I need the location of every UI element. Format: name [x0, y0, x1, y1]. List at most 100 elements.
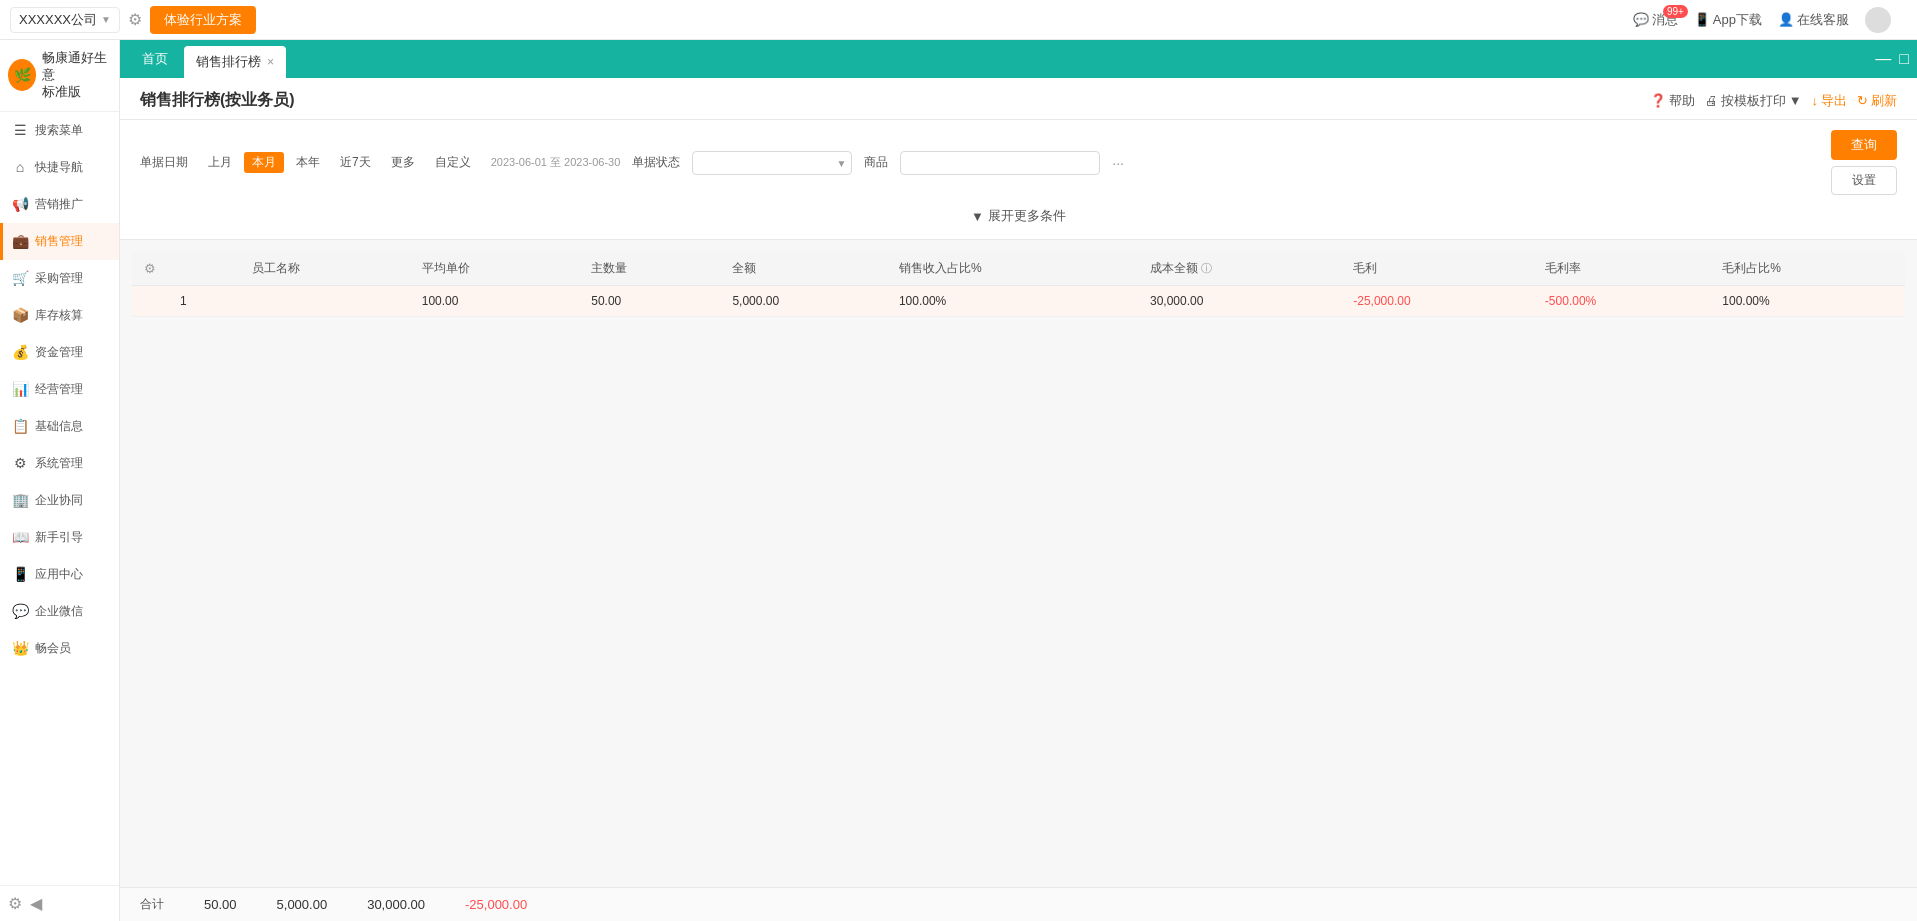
- date-tab-more[interactable]: 更多: [383, 152, 423, 173]
- home-icon: ⌂: [11, 159, 29, 175]
- status-select[interactable]: [692, 151, 852, 175]
- company-name: XXXXXX公司: [19, 11, 97, 29]
- search-icon: ☰: [11, 122, 29, 138]
- top-bar: XXXXXX公司 ▼ ⚙ 体验行业方案 💬 消息 99+ 📱 App下载 👤 在…: [0, 0, 1917, 40]
- sidebar-settings-icon[interactable]: ⚙: [8, 894, 22, 913]
- tab-close-icon[interactable]: ×: [267, 55, 274, 69]
- col-quantity: 主数量: [579, 252, 720, 286]
- date-tab-this-month[interactable]: 本月: [244, 152, 284, 173]
- tab-minimize-icon[interactable]: —: [1875, 50, 1891, 68]
- tab-home[interactable]: 首页: [128, 40, 182, 78]
- print-button[interactable]: 🖨 按模板打印 ▼: [1705, 92, 1802, 110]
- sidebar-label-system: 系统管理: [35, 455, 83, 472]
- expand-conditions-button[interactable]: ▼ 展开更多条件: [971, 203, 1066, 229]
- sidebar-item-member[interactable]: 👑 畅会员: [0, 630, 119, 667]
- purchase-icon: 🛒: [11, 270, 29, 286]
- header-actions: ❓ 帮助 🖨 按模板打印 ▼ ↓ 导出 ↻ 刷新: [1650, 92, 1897, 110]
- company-selector[interactable]: XXXXXX公司 ▼: [10, 7, 120, 33]
- query-button[interactable]: 查询: [1831, 130, 1897, 160]
- help-icon: ❓: [1650, 93, 1666, 108]
- member-icon: 👑: [11, 640, 29, 656]
- sidebar-item-weixin[interactable]: 💬 企业微信: [0, 593, 119, 630]
- sidebar-item-enterprise[interactable]: 🏢 企业协同: [0, 482, 119, 519]
- avatar[interactable]: [1865, 7, 1891, 33]
- goods-input[interactable]: [900, 151, 1100, 175]
- sidebar-item-system[interactable]: ⚙ 系统管理: [0, 445, 119, 482]
- app-download-button[interactable]: 📱 App下载: [1694, 11, 1762, 29]
- help-button[interactable]: ❓ 帮助: [1650, 92, 1695, 110]
- main-layout: 🌿 畅康通好生意 标准版 ☰ 搜索菜单 ⌂ 快捷导航 📢 营销推广 💼 销售管理…: [0, 40, 1917, 921]
- refresh-icon: ↻: [1857, 93, 1868, 108]
- trial-button[interactable]: 体验行业方案: [150, 6, 256, 34]
- logo-line2: 标准版: [42, 84, 111, 101]
- table-row: 1 100.00 50.00 5,000.00 100.00% 30,000.0…: [132, 286, 1905, 317]
- table-header-row: ⚙ 员工名称 平均单价 主数量 全额 销售收入占比% 成本全额 ⓘ 毛利 毛利率…: [132, 252, 1905, 286]
- sidebar-label-sales: 销售管理: [35, 233, 83, 250]
- tab-label: 销售排行榜: [196, 53, 261, 71]
- logo-icon: 🌿: [8, 59, 36, 91]
- date-tab-last-month[interactable]: 上月: [200, 152, 240, 173]
- message-button[interactable]: 💬 消息 99+: [1633, 11, 1678, 29]
- online-service-button[interactable]: 👤 在线客服: [1778, 11, 1849, 29]
- tab-bar: 首页 销售排行榜 × — □: [120, 40, 1917, 78]
- cell-sales-pct: 100.00%: [887, 286, 1138, 317]
- table-area: ⚙ 员工名称 平均单价 主数量 全额 销售收入占比% 成本全额 ⓘ 毛利 毛利率…: [120, 240, 1917, 887]
- col-settings-icon[interactable]: ⚙: [144, 261, 156, 276]
- sidebar-item-guide[interactable]: 📖 新手引导: [0, 519, 119, 556]
- sidebar-item-purchase[interactable]: 🛒 采购管理: [0, 260, 119, 297]
- sidebar-label-operations: 经营管理: [35, 381, 83, 398]
- app-label: App下载: [1713, 11, 1762, 29]
- sidebar-collapse-icon[interactable]: ◀: [30, 894, 42, 913]
- tab-bar-right: — □: [1875, 50, 1909, 68]
- sidebar-item-nav[interactable]: ⌂ 快捷导航: [0, 149, 119, 186]
- sidebar-label-appcenter: 应用中心: [35, 566, 83, 583]
- footer-profit-value: -25,000.00: [465, 897, 527, 912]
- sidebar-item-appcenter[interactable]: 📱 应用中心: [0, 556, 119, 593]
- sidebar-label-search: 搜索菜单: [35, 122, 83, 139]
- sidebar-item-marketing[interactable]: 📢 营销推广: [0, 186, 119, 223]
- col-settings[interactable]: ⚙: [132, 252, 168, 286]
- footer-label: 合计: [140, 896, 164, 913]
- col-amount: 全额: [720, 252, 886, 286]
- date-label: 单据日期: [140, 154, 188, 171]
- tab-sales-ranking[interactable]: 销售排行榜 ×: [184, 46, 286, 78]
- page-content: 销售排行榜(按业务员) ❓ 帮助 🖨 按模板打印 ▼ ↓ 导出: [120, 78, 1917, 921]
- cell-profit-pct: 100.00%: [1710, 286, 1905, 317]
- appcenter-icon: 📱: [11, 566, 29, 582]
- footer-amount: 5,000.00: [277, 897, 328, 912]
- date-tab-7days[interactable]: 近7天: [332, 152, 379, 173]
- data-table: ⚙ 员工名称 平均单价 主数量 全额 销售收入占比% 成本全额 ⓘ 毛利 毛利率…: [132, 252, 1905, 317]
- basicinfo-icon: 📋: [11, 418, 29, 434]
- filter-row: 单据日期 上月 本月 本年 近7天 更多 自定义 2023-06-01 至 20…: [140, 130, 1897, 195]
- sidebar-item-operations[interactable]: 📊 经营管理: [0, 371, 119, 408]
- table-settings-button[interactable]: 设置: [1831, 166, 1897, 195]
- sidebar-item-inventory[interactable]: 📦 库存核算: [0, 297, 119, 334]
- table-footer: 合计 50.00 5,000.00 30,000.00 -25,000.00: [120, 887, 1917, 921]
- more-filters-icon[interactable]: ···: [1112, 155, 1124, 171]
- cell-settings: [132, 286, 168, 317]
- expand-label: 展开更多条件: [988, 207, 1066, 225]
- settings-icon[interactable]: ⚙: [128, 10, 142, 29]
- tab-maximize-icon[interactable]: □: [1899, 50, 1909, 68]
- refresh-button[interactable]: ↻ 刷新: [1857, 92, 1897, 110]
- service-icon: 👤: [1778, 12, 1794, 27]
- sidebar-item-basicinfo[interactable]: 📋 基础信息: [0, 408, 119, 445]
- app-icon: 📱: [1694, 12, 1710, 27]
- print-arrow-icon: ▼: [1789, 93, 1802, 108]
- export-button[interactable]: ↓ 导出: [1812, 92, 1848, 110]
- sidebar-item-search[interactable]: ☰ 搜索菜单: [0, 112, 119, 149]
- sidebar-label-purchase: 采购管理: [35, 270, 83, 287]
- logo-line1: 畅康通好生意: [42, 50, 111, 84]
- date-tabs: 上月 本月 本年 近7天 更多 自定义: [200, 152, 479, 173]
- sidebar-item-sales[interactable]: 💼 销售管理: [0, 223, 119, 260]
- sidebar-item-finance[interactable]: 💰 资金管理: [0, 334, 119, 371]
- page-title: 销售排行榜(按业务员): [140, 90, 295, 111]
- cell-name: [240, 286, 409, 317]
- footer-cost-value: 30,000.00: [367, 897, 425, 912]
- finance-icon: 💰: [11, 344, 29, 360]
- sidebar: 🌿 畅康通好生意 标准版 ☰ 搜索菜单 ⌂ 快捷导航 📢 营销推广 💼 销售管理…: [0, 40, 120, 921]
- sidebar-label-guide: 新手引导: [35, 529, 83, 546]
- date-tab-this-year[interactable]: 本年: [288, 152, 328, 173]
- date-tab-custom[interactable]: 自定义: [427, 152, 479, 173]
- company-dropdown-icon: ▼: [101, 14, 111, 25]
